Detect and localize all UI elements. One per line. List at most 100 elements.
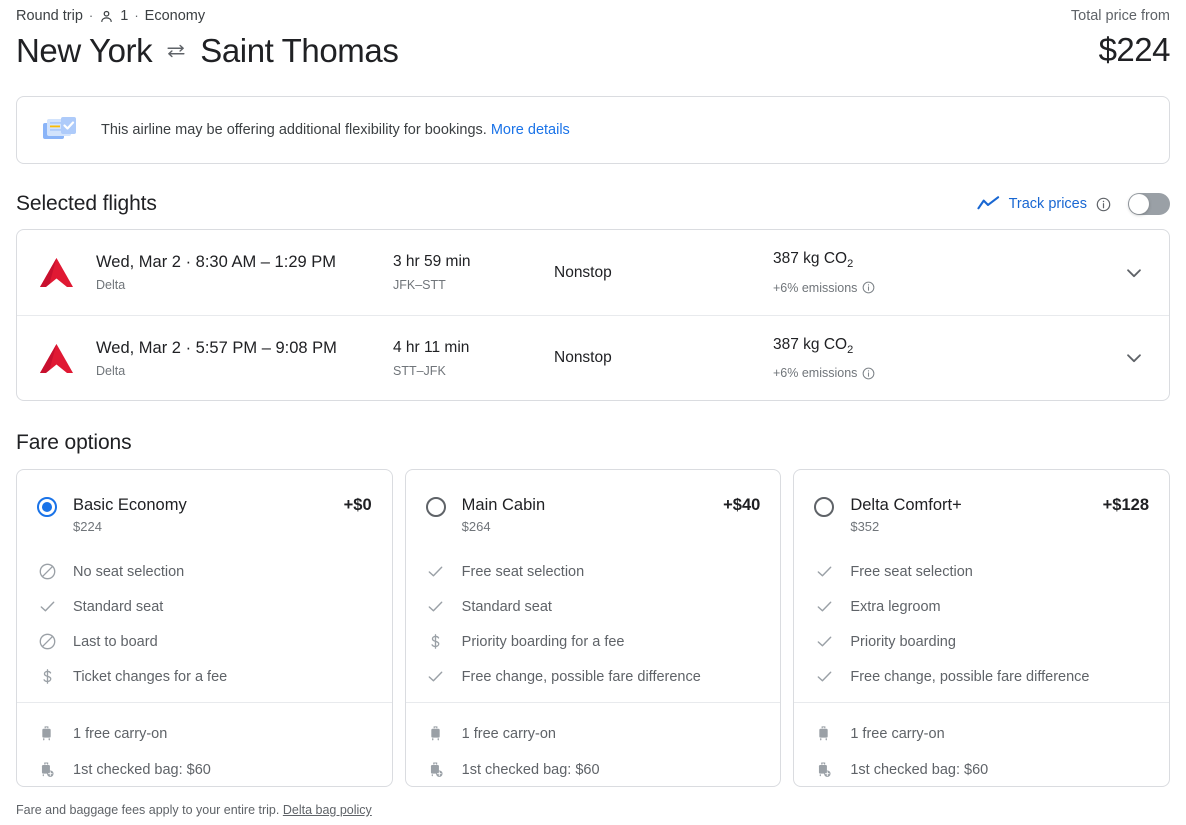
fare-base-price: $352 xyxy=(850,519,880,534)
check-icon xyxy=(814,597,834,617)
checked-bag-icon xyxy=(426,760,446,780)
fare-feature: Extra legroom xyxy=(814,589,1149,624)
carry-on-bag-icon xyxy=(814,724,834,744)
fare-feature-list: No seat selection Standard seat Last to … xyxy=(17,536,392,694)
trip-type-label: Round trip xyxy=(16,8,83,24)
flight-date: Wed, Mar 2 xyxy=(96,253,181,271)
track-prices-control[interactable]: Track prices xyxy=(976,193,1170,215)
fare-name-block: Basic Economy $224 xyxy=(73,494,344,536)
trend-line-icon xyxy=(976,195,1000,213)
fare-baggage-item: 1st checked bag: $60 xyxy=(426,752,761,788)
meta-separator-2: · xyxy=(134,8,139,23)
cabin-class-label: Economy xyxy=(144,8,206,24)
flight-date: Wed, Mar 2 xyxy=(96,338,181,357)
fare-name: Basic Economy xyxy=(73,496,187,514)
fare-feature: No seat selection xyxy=(37,554,372,589)
fare-feature-list: Free seat selection Standard seat Priori… xyxy=(406,536,781,694)
fare-baggage-label: 1 free carry-on xyxy=(850,726,945,742)
check-icon xyxy=(37,597,57,617)
flight-emissions: 387 kg CO2 xyxy=(773,334,1117,361)
fare-baggage-item: 1st checked bag: $60 xyxy=(37,752,372,788)
fare-feature-label: No seat selection xyxy=(73,563,185,580)
info-icon[interactable] xyxy=(1096,197,1111,212)
destination-city: Saint Thomas xyxy=(200,32,399,69)
swap-arrows-icon xyxy=(165,40,187,62)
fare-baggage-label: 1 free carry-on xyxy=(461,726,556,742)
check-icon xyxy=(426,597,446,617)
fare-radio[interactable] xyxy=(425,497,446,517)
total-price-label: Total price from xyxy=(1070,8,1170,24)
delta-logo xyxy=(39,343,74,374)
fare-feature-label: Standard seat xyxy=(461,598,552,615)
fare-footnote: Fare and baggage fees apply to your enti… xyxy=(16,803,1170,817)
fare-radio[interactable] xyxy=(814,497,835,517)
fare-baggage-label: 1st checked bag: $60 xyxy=(73,762,211,778)
check-icon xyxy=(426,562,446,582)
fare-baggage-list: 1 free carry-on 1st checked bag: $60 xyxy=(406,703,781,788)
chevron-down-icon[interactable] xyxy=(1117,341,1151,375)
emissions-subscript: 2 xyxy=(847,258,854,271)
footnote-text: Fare and baggage fees apply to your enti… xyxy=(16,803,280,817)
fare-card-basic-economy[interactable]: Basic Economy $224 +$0 No seat selection… xyxy=(16,469,393,787)
emissions-value: 387 kg CO xyxy=(773,250,848,268)
flight-dot: · xyxy=(185,253,192,271)
fare-feature: Last to board xyxy=(37,624,372,659)
more-details-link[interactable]: More details xyxy=(491,122,570,138)
flight-dot: · xyxy=(185,338,192,357)
fare-name: Main Cabin xyxy=(461,496,546,514)
fare-feature-list: Free seat selection Extra legroom Priori… xyxy=(794,536,1169,694)
flight-datetime: Wed, Mar 2 · 8:30 AM – 1:29 PM xyxy=(96,251,393,273)
flight-stops: Nonstop xyxy=(554,349,612,366)
fare-price-delta: +$0 xyxy=(343,496,372,514)
block-icon xyxy=(37,562,57,582)
fare-card-main-cabin[interactable]: Main Cabin $264 +$40 Free seat selection… xyxy=(404,469,782,788)
toggle-knob xyxy=(1129,194,1149,214)
fare-feature-label: Standard seat xyxy=(73,598,164,615)
chevron-down-icon[interactable] xyxy=(1117,256,1151,290)
fare-card-header: Basic Economy $224 +$0 xyxy=(17,470,392,536)
fare-baggage-list: 1 free carry-on 1st checked bag: $60 xyxy=(17,703,392,788)
passenger-count: 1 xyxy=(120,8,129,24)
check-icon xyxy=(814,667,834,687)
fare-radio[interactable] xyxy=(37,497,57,517)
fare-feature-label: Extra legroom xyxy=(850,598,941,615)
check-icon xyxy=(426,667,446,687)
page-header: Round trip · 1 · Economy New York Saint … xyxy=(16,0,1171,72)
flight-emissions-delta-row: +6% emissions xyxy=(773,364,1117,382)
fare-feature-label: Free change, possible fare difference xyxy=(850,668,1090,685)
selected-flights-list: Wed, Mar 2 · 8:30 AM – 1:29 PM Delta 3 h… xyxy=(16,229,1170,401)
flight-airports: JFK–STT xyxy=(393,278,446,292)
flight-row[interactable]: Wed, Mar 2 · 8:30 AM – 1:29 PM Delta 3 h… xyxy=(17,230,1169,315)
flight-duration-col: 3 hr 59 min JFK–STT xyxy=(393,251,554,294)
fare-baggage-label: 1st checked bag: $60 xyxy=(850,762,989,778)
info-icon[interactable] xyxy=(862,281,875,294)
fare-options-title: Fare options xyxy=(16,431,132,454)
track-prices-toggle[interactable] xyxy=(1128,193,1170,215)
fare-name-block: Main Cabin $264 xyxy=(462,494,724,536)
checked-bag-icon xyxy=(814,760,834,780)
flight-emissions-delta-row: +6% emissions xyxy=(773,279,1117,297)
emissions-value: 387 kg CO xyxy=(773,335,848,353)
fare-feature: Priority boarding xyxy=(814,624,1149,659)
flight-booking-page: Round trip · 1 · Economy New York Saint … xyxy=(0,0,1186,825)
flight-datetime: Wed, Mar 2 · 5:57 PM – 9:08 PM xyxy=(96,337,393,359)
fare-feature: Free change, possible fare difference xyxy=(426,659,761,694)
fare-feature: Standard seat xyxy=(426,589,761,624)
selected-flights-header: Selected flights Track prices xyxy=(16,192,1170,216)
flight-row[interactable]: Wed, Mar 2 · 5:57 PM – 9:08 PM Delta 4 h… xyxy=(17,315,1169,400)
fare-baggage-item: 1 free carry-on xyxy=(37,716,372,752)
trip-summary: Round trip · 1 · Economy xyxy=(16,6,398,26)
flight-airline: Delta xyxy=(96,363,126,378)
person-icon xyxy=(99,9,114,24)
fare-feature: Free seat selection xyxy=(814,554,1149,589)
ticket-check-icon xyxy=(41,114,79,146)
dollar-icon xyxy=(37,667,57,687)
fare-feature: Free change, possible fare difference xyxy=(814,659,1149,694)
fare-card-delta-comfort-plus[interactable]: Delta Comfort+ $352 +$128 Free seat sele… xyxy=(793,469,1171,787)
fare-card-header: Delta Comfort+ $352 +$128 xyxy=(794,470,1169,536)
fare-card-header: Main Cabin $264 +$40 xyxy=(406,470,781,536)
carry-on-bag-icon xyxy=(37,724,57,744)
info-icon[interactable] xyxy=(862,367,875,380)
delta-bag-policy-link[interactable]: Delta bag policy xyxy=(283,803,372,817)
dollar-icon xyxy=(426,632,446,652)
